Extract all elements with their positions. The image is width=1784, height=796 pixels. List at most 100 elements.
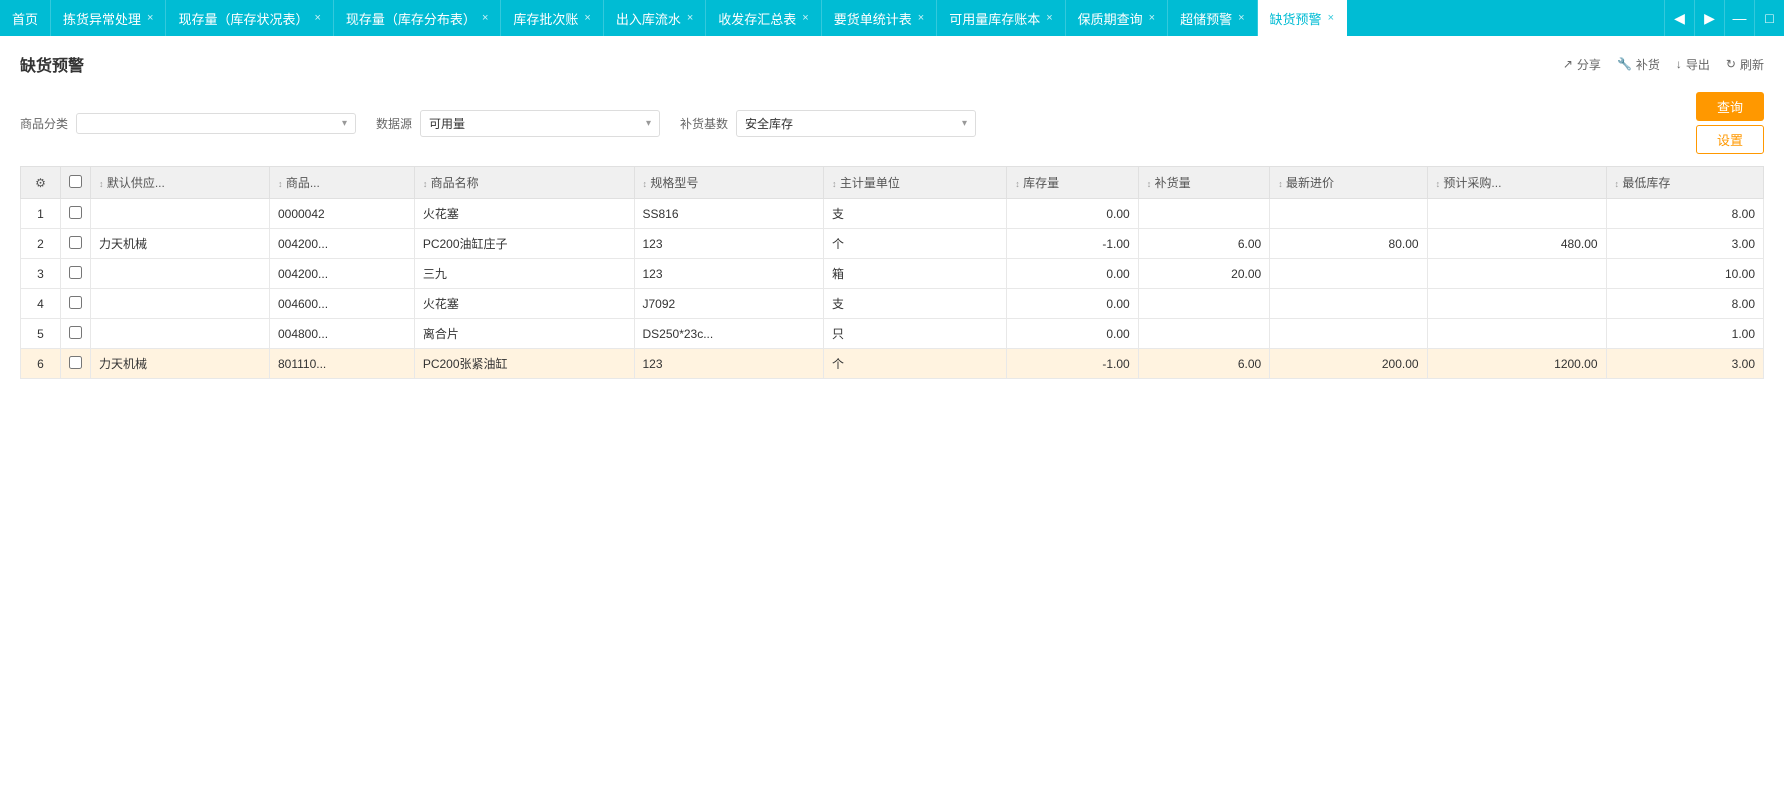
top-nav: 首页 拣货异常处理 × 现存量（库存状况表） × 现存量（库存分布表） × 库存… <box>0 0 1784 36</box>
export-button[interactable]: ↓ 导出 <box>1676 56 1710 73</box>
row-checkbox-cell[interactable] <box>61 289 91 319</box>
filter-group-replenish-base: 补货基数 安全库存 ▾ <box>680 110 976 137</box>
cell-unit: 个 <box>823 349 1006 379</box>
tab-shortage[interactable]: 缺货预警 × <box>1258 0 1347 36</box>
row-checkbox[interactable] <box>69 206 82 219</box>
gear-icon: ⚙ <box>35 176 46 190</box>
select-all-checkbox[interactable] <box>69 175 82 188</box>
replenish-base-select[interactable]: 安全库存 ▾ <box>736 110 976 137</box>
nav-next-button[interactable]: ▶ <box>1694 0 1724 36</box>
row-checkbox[interactable] <box>69 236 82 249</box>
col-spec[interactable]: ↕ 规格型号 <box>634 167 823 199</box>
cell-replenish-qty: 6.00 <box>1138 349 1269 379</box>
col-est-purchase[interactable]: ↕ 预计采购... <box>1427 167 1606 199</box>
close-icon[interactable]: × <box>147 12 153 24</box>
row-checkbox[interactable] <box>69 296 82 309</box>
row-checkbox-cell[interactable] <box>61 199 91 229</box>
close-icon[interactable]: × <box>1149 12 1155 24</box>
cell-unit: 箱 <box>823 259 1006 289</box>
cell-latest-price: 200.00 <box>1270 349 1427 379</box>
nav-prev-button[interactable]: ◀ <box>1664 0 1694 36</box>
tab-order-stats[interactable]: 要货单统计表 × <box>822 0 937 36</box>
table-row: 1 0000042 火花塞 SS816 支 0.00 8.00 <box>21 199 1764 229</box>
col-stock[interactable]: ↕ 库存量 <box>1007 167 1138 199</box>
refresh-icon: ↻ <box>1726 57 1736 71</box>
cell-product-code: 004200... <box>269 229 414 259</box>
cell-stock: 0.00 <box>1007 199 1138 229</box>
cell-min-stock: 8.00 <box>1606 199 1763 229</box>
tab-available-ledger[interactable]: 可用量库存账本 × <box>937 0 1065 36</box>
sort-icon: ↕ <box>423 179 428 189</box>
col-unit[interactable]: ↕ 主计量单位 <box>823 167 1006 199</box>
close-icon[interactable]: × <box>584 12 590 24</box>
sort-icon: ↕ <box>1278 179 1283 189</box>
page-header: 缺货预警 ↗ 分享 🔧 补货 ↓ 导出 ↻ 刷新 <box>20 52 1764 76</box>
sort-icon: ↕ <box>99 179 104 189</box>
cell-product-code: 801110... <box>269 349 414 379</box>
row-checkbox-cell[interactable] <box>61 349 91 379</box>
col-latest-price[interactable]: ↕ 最新进价 <box>1270 167 1427 199</box>
close-icon[interactable]: × <box>1328 12 1334 24</box>
cell-min-stock: 1.00 <box>1606 319 1763 349</box>
close-icon[interactable]: × <box>314 12 320 24</box>
close-icon[interactable]: × <box>482 12 488 24</box>
cell-default-supplier: 力天机械 <box>91 229 270 259</box>
category-arrow-icon: ▾ <box>342 118 347 129</box>
cell-est-purchase: 1200.00 <box>1427 349 1606 379</box>
cell-unit: 个 <box>823 229 1006 259</box>
nav-controls: ◀ ▶ — □ <box>1664 0 1784 36</box>
row-checkbox[interactable] <box>69 356 82 369</box>
tab-expiry-query[interactable]: 保质期查询 × <box>1066 0 1168 36</box>
share-button[interactable]: ↗ 分享 <box>1563 56 1601 73</box>
filter-group-datasource: 数据源 可用量 ▾ <box>376 110 660 137</box>
cell-product-name: PC200张紧油缸 <box>414 349 634 379</box>
tab-receipt-summary[interactable]: 收发存汇总表 × <box>706 0 821 36</box>
data-table: ⚙ ↕ 默认供应... ↕ 商品... ↕ 商品名称 ↕ <box>20 166 1764 379</box>
cell-replenish-qty: 6.00 <box>1138 229 1269 259</box>
nav-minimize-button[interactable]: — <box>1724 0 1754 36</box>
category-select[interactable]: ▾ <box>76 113 356 134</box>
replenish-icon: 🔧 <box>1617 57 1632 71</box>
datasource-arrow-icon: ▾ <box>646 118 651 129</box>
cell-min-stock: 8.00 <box>1606 289 1763 319</box>
col-replenish-qty[interactable]: ↕ 补货量 <box>1138 167 1269 199</box>
cell-unit: 只 <box>823 319 1006 349</box>
close-icon[interactable]: × <box>1238 12 1244 24</box>
row-checkbox-cell[interactable] <box>61 319 91 349</box>
tab-abnormal[interactable]: 拣货异常处理 × <box>51 0 166 36</box>
row-checkbox-cell[interactable] <box>61 229 91 259</box>
close-icon[interactable]: × <box>687 12 693 24</box>
replenish-button[interactable]: 🔧 补货 <box>1617 56 1660 73</box>
nav-maximize-button[interactable]: □ <box>1754 0 1784 36</box>
close-icon[interactable]: × <box>918 12 924 24</box>
cell-min-stock: 3.00 <box>1606 349 1763 379</box>
cell-latest-price <box>1270 319 1427 349</box>
col-product-code[interactable]: ↕ 商品... <box>269 167 414 199</box>
cell-product-name: 三九 <box>414 259 634 289</box>
cell-spec: J7092 <box>634 289 823 319</box>
datasource-select[interactable]: 可用量 ▾ <box>420 110 660 137</box>
settings-button[interactable]: 设置 <box>1696 125 1764 154</box>
row-checkbox[interactable] <box>69 326 82 339</box>
cell-replenish-qty <box>1138 199 1269 229</box>
tab-batch-account[interactable]: 库存批次账 × <box>501 0 603 36</box>
close-icon[interactable]: × <box>1046 12 1052 24</box>
col-default-supplier[interactable]: ↕ 默认供应... <box>91 167 270 199</box>
tab-inventory-status[interactable]: 现存量（库存状况表） × <box>166 0 333 36</box>
tab-inout-flow[interactable]: 出入库流水 × <box>604 0 706 36</box>
row-checkbox[interactable] <box>69 266 82 279</box>
refresh-button[interactable]: ↻ 刷新 <box>1726 56 1764 73</box>
cell-est-purchase <box>1427 199 1606 229</box>
tab-inventory-dist[interactable]: 现存量（库存分布表） × <box>334 0 501 36</box>
close-icon[interactable]: × <box>802 12 808 24</box>
cell-est-purchase: 480.00 <box>1427 229 1606 259</box>
tab-home[interactable]: 首页 <box>0 0 51 36</box>
query-button[interactable]: 查询 <box>1696 92 1764 121</box>
row-checkbox-cell[interactable] <box>61 259 91 289</box>
cell-product-code: 004200... <box>269 259 414 289</box>
col-min-stock[interactable]: ↕ 最低库存 <box>1606 167 1763 199</box>
col-settings[interactable]: ⚙ <box>21 167 61 199</box>
col-product-name[interactable]: ↕ 商品名称 <box>414 167 634 199</box>
table-row: 4 004600... 火花塞 J7092 支 0.00 8.00 <box>21 289 1764 319</box>
tab-overstock[interactable]: 超储预警 × <box>1168 0 1257 36</box>
